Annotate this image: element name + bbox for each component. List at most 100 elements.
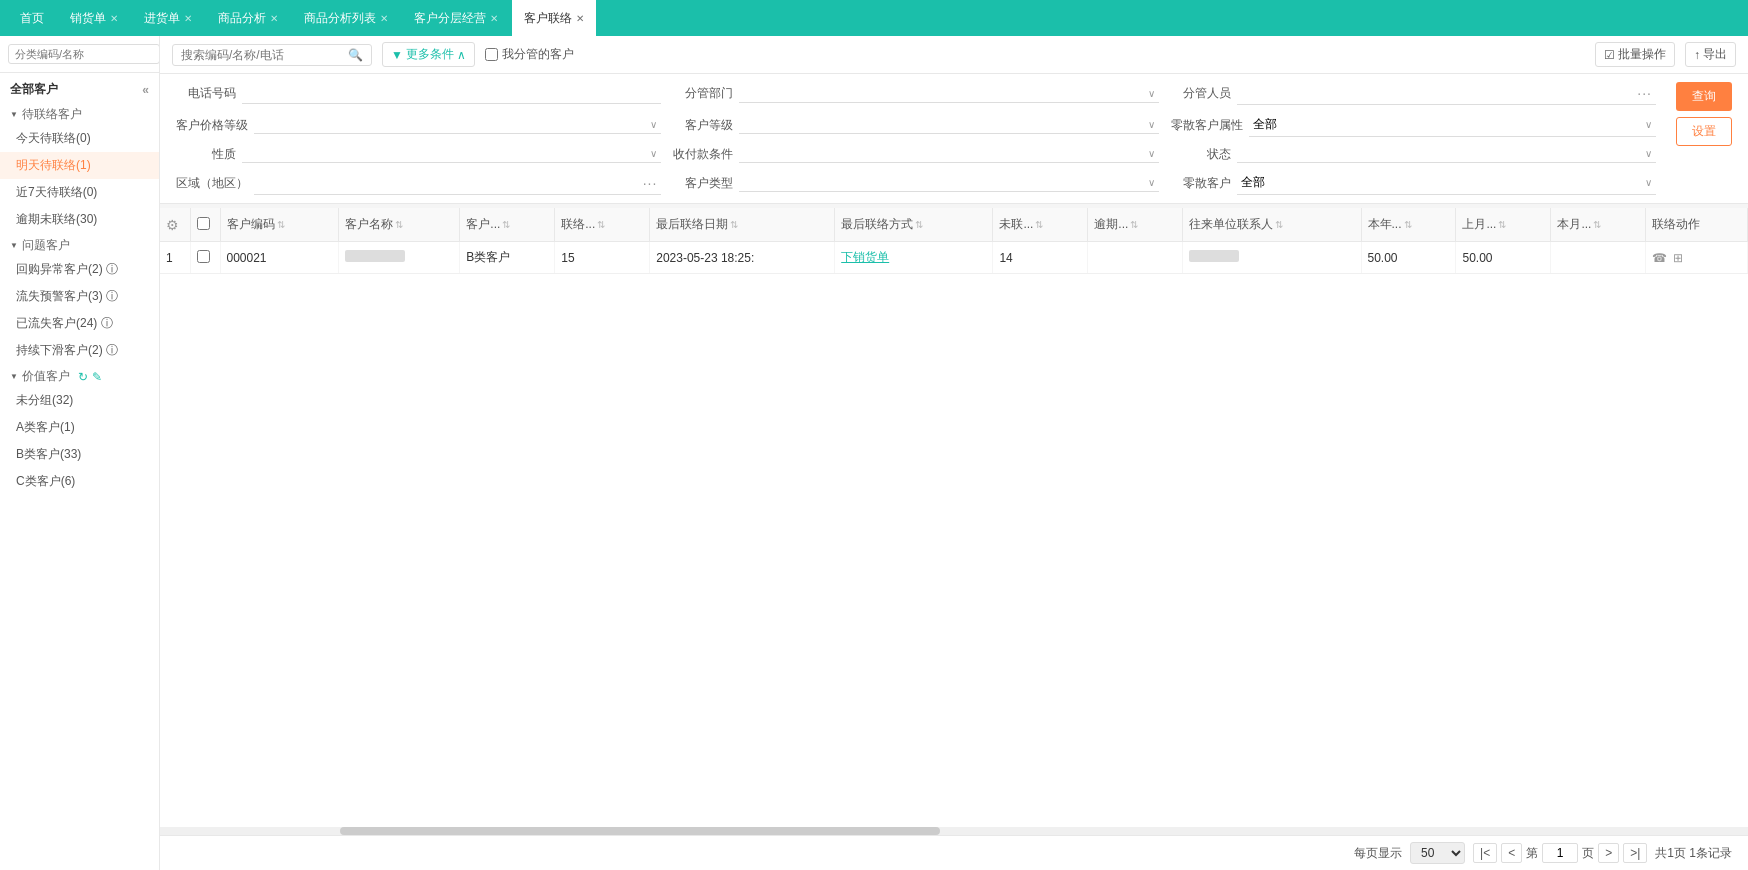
row-uncontacted: 14 [993, 242, 1088, 274]
refresh-icon[interactable]: ↻ [78, 370, 88, 384]
sidebar-item-overdue[interactable]: 逾期未联络(30) [0, 206, 159, 233]
row-action-icons: ☎ ⊞ [1646, 242, 1748, 274]
sidebar-group-pending: ▼ 待联络客户 [0, 102, 159, 125]
filter-row-2: 客户价格等级 ∨ 客户等级 ∨ [176, 113, 1656, 137]
table-row: 1 000021 B类客户 15 2023-05-23 18:25: 下销货单 [160, 242, 1748, 274]
payment-select[interactable]: ∨ [739, 145, 1158, 163]
nav-home[interactable]: 首页 [8, 0, 56, 36]
settings-button[interactable]: 设置 [1676, 117, 1732, 146]
nature-select[interactable]: ∨ [242, 145, 661, 163]
nav-close-customer-tier[interactable]: ✕ [490, 13, 498, 24]
next-page-btn[interactable]: > [1598, 843, 1619, 863]
nav-close-customer-contact[interactable]: ✕ [576, 13, 584, 24]
last-page-btn[interactable]: >| [1623, 843, 1647, 863]
price-level-select[interactable]: ∨ [254, 116, 661, 134]
row-last-month: 50.00 [1456, 242, 1551, 274]
row-type: B类客户 [460, 242, 555, 274]
sidebar-item-tomorrow[interactable]: 明天待联络(1) [0, 152, 159, 179]
first-page-btn[interactable]: |< [1473, 843, 1497, 863]
nav-purchase-order[interactable]: 进货单 ✕ [132, 0, 204, 36]
horizontal-scrollbar[interactable] [160, 827, 1748, 835]
filter-row-1: 电话号码 分管部门 ∨ [176, 82, 1656, 105]
sort-icon-11: ⇅ [1498, 219, 1506, 230]
page-size-select[interactable]: 50 20 100 [1410, 842, 1465, 864]
main-search-input[interactable] [181, 48, 344, 62]
nav-close-product-list[interactable]: ✕ [380, 13, 388, 24]
collapse-icon[interactable]: « [142, 83, 149, 97]
table-footer: 每页显示 50 20 100 |< < 第 页 > >| 共1页 1条记录 [160, 835, 1748, 870]
scrollbar-thumb[interactable] [340, 827, 940, 835]
nav-product-analysis[interactable]: 商品分析 ✕ [206, 0, 290, 36]
nav-customer-contact[interactable]: 客户联络 ✕ [512, 0, 596, 36]
row-name [338, 242, 460, 274]
chevron-icon: ∧ [457, 48, 466, 62]
retail-customer-select[interactable]: 全部 ∨ [1237, 171, 1656, 195]
export-btn[interactable]: ↑ 导出 [1685, 42, 1736, 67]
nav-close-sales[interactable]: ✕ [110, 13, 118, 24]
advanced-filters: 电话号码 分管部门 ∨ [160, 74, 1748, 204]
filter-price-level: 客户价格等级 ∨ [176, 116, 661, 134]
customer-level-select[interactable]: ∨ [739, 116, 1158, 134]
manager-dots[interactable]: ··· [1637, 85, 1652, 101]
retail-attr-select[interactable]: 全部 ∨ [1249, 113, 1656, 137]
row-code: 000021 [220, 242, 338, 274]
my-customers-checkbox[interactable]: 我分管的客户 [485, 46, 574, 63]
row-this-year: 50.00 [1361, 242, 1456, 274]
col-uncontacted: 未联...⇅ [993, 208, 1088, 242]
phone-input[interactable] [246, 86, 657, 100]
sidebar-item-today[interactable]: 今天待联络(0) [0, 125, 159, 152]
region-dots[interactable]: ··· [643, 175, 658, 191]
col-last-month: 上月...⇅ [1456, 208, 1551, 242]
sidebar-item-declining[interactable]: 持续下滑客户(2) ⓘ [0, 337, 159, 364]
sidebar-item-7days[interactable]: 近7天待联络(0) [0, 179, 159, 206]
sidebar-item-repurchase-abnormal[interactable]: 回购异常客户(2) ⓘ [0, 256, 159, 283]
sidebar-search-input[interactable] [8, 44, 160, 64]
row-select-checkbox[interactable] [197, 250, 210, 263]
col-code: 客户编码⇅ [220, 208, 338, 242]
nav-product-analysis-list[interactable]: 商品分析列表 ✕ [292, 0, 400, 36]
chevron-down-icon-4: ∨ [1645, 119, 1652, 130]
sort-icon: ⇅ [277, 219, 285, 230]
nav-sales-order[interactable]: 销货单 ✕ [58, 0, 130, 36]
row-checkbox [190, 242, 220, 274]
sort-icon-8: ⇅ [1130, 219, 1138, 230]
my-customers-input[interactable] [485, 48, 498, 61]
chevron-down-icon-8: ∨ [1148, 177, 1155, 188]
row-index: 1 [160, 242, 190, 274]
main-search-icon[interactable]: 🔍 [348, 48, 363, 62]
filter-status: 状态 ∨ [1171, 145, 1656, 163]
sidebar-item-class-c[interactable]: C类客户(6) [0, 468, 159, 495]
filter-retail-customer: 零散客户 全部 ∨ [1171, 171, 1656, 195]
all-customers-label: 全部客户 [10, 81, 58, 98]
nav-close-product-analysis[interactable]: ✕ [270, 13, 278, 24]
edit-icon[interactable]: ✎ [92, 370, 102, 384]
phone-action-icon[interactable]: ☎ [1652, 251, 1667, 265]
data-table-wrap: ⚙ 客户编码⇅ 客户名称⇅ 客户...⇅ [160, 208, 1748, 827]
prev-page-btn[interactable]: < [1501, 843, 1522, 863]
batch-operation-btn[interactable]: ☑ 批量操作 [1595, 42, 1675, 67]
chevron-down-icon-9: ∨ [1645, 177, 1652, 188]
select-all-checkbox[interactable] [197, 217, 210, 230]
sidebar-item-churn-warning[interactable]: 流失预警客户(3) ⓘ [0, 283, 159, 310]
customer-type-select[interactable]: ∨ [739, 174, 1158, 192]
dept-select[interactable]: ∨ [739, 85, 1158, 103]
nav-close-purchase[interactable]: ✕ [184, 13, 192, 24]
page-number-input[interactable] [1542, 843, 1578, 863]
filter-icon: ▼ [391, 48, 403, 62]
sidebar-item-ungrouped[interactable]: 未分组(32) [0, 387, 159, 414]
gear-icon[interactable]: ⚙ [166, 217, 179, 233]
nav-customer-tier[interactable]: 客户分层经营 ✕ [402, 0, 510, 36]
status-select[interactable]: ∨ [1237, 145, 1656, 163]
sidebar-item-class-a[interactable]: A类客户(1) [0, 414, 159, 441]
page-label: 第 [1526, 845, 1538, 862]
col-this-month: 本月...⇅ [1551, 208, 1646, 242]
more-action-icon[interactable]: ⊞ [1673, 251, 1683, 265]
sidebar-group-problem: ▼ 问题客户 [0, 233, 159, 256]
data-table: ⚙ 客户编码⇅ 客户名称⇅ 客户...⇅ [160, 208, 1748, 274]
more-filters-btn[interactable]: ▼ 更多条件 ∧ [382, 42, 475, 67]
chevron-down-icon-2: ∨ [650, 119, 657, 130]
sort-icon-2: ⇅ [395, 219, 403, 230]
sidebar-item-churned[interactable]: 已流失客户(24) ⓘ [0, 310, 159, 337]
sidebar-item-class-b[interactable]: B类客户(33) [0, 441, 159, 468]
query-button[interactable]: 查询 [1676, 82, 1732, 111]
